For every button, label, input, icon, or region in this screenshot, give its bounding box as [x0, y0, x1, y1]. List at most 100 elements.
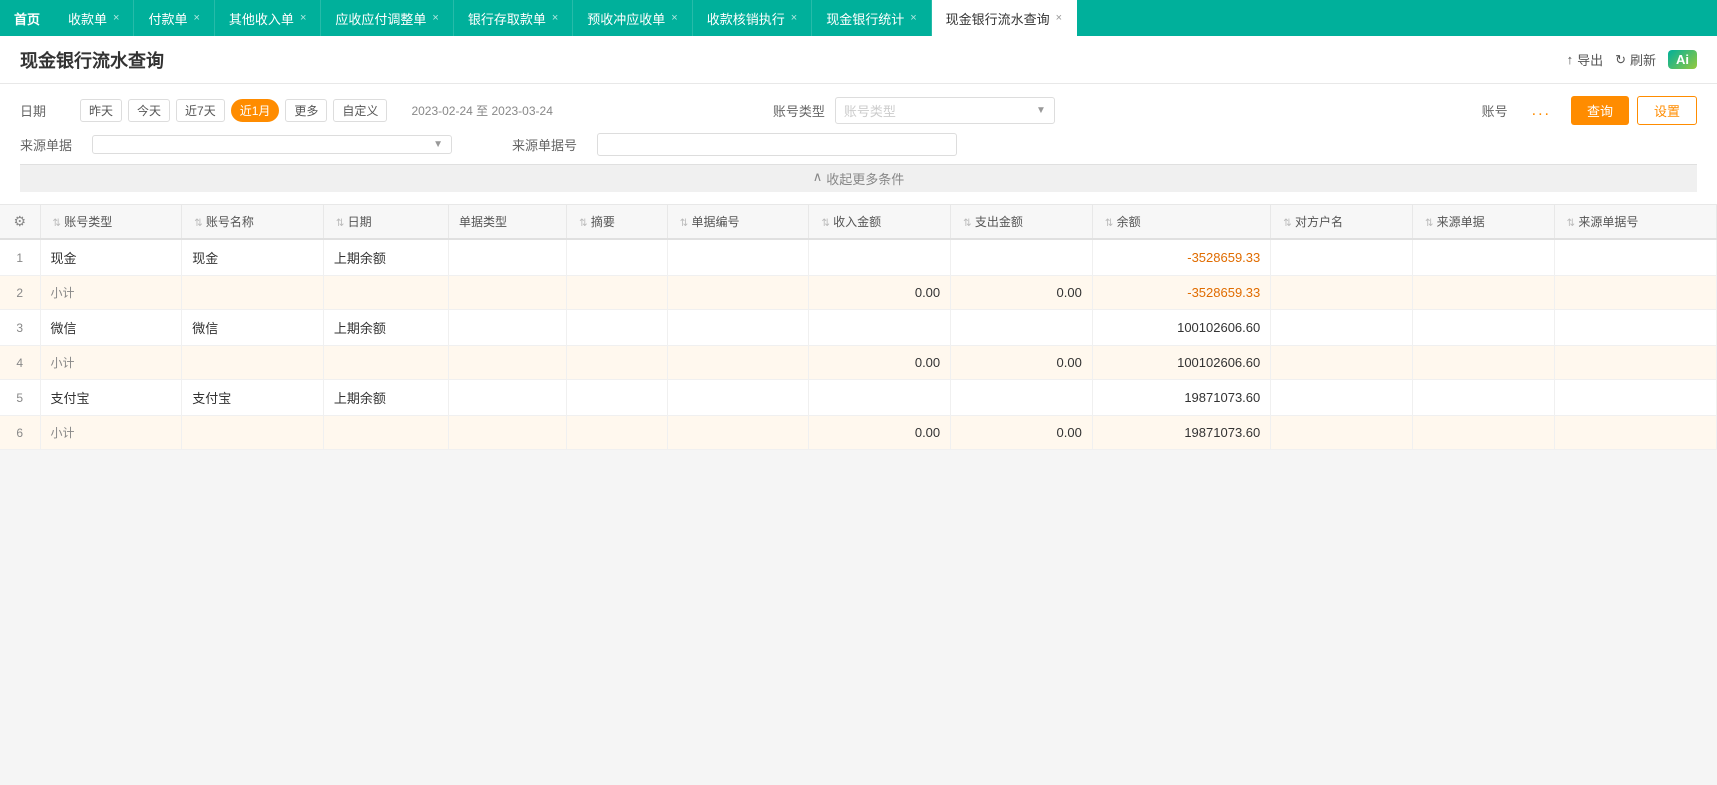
cell-date: [323, 276, 448, 310]
account-label: 账号: [1482, 101, 1522, 120]
cell-account-name: 微信: [182, 310, 324, 346]
refresh-button[interactable]: ↻ 刷新: [1615, 50, 1656, 69]
cell-source-doc: [1412, 416, 1554, 450]
col-settings[interactable]: ⚙: [0, 205, 40, 239]
date-btn-更多[interactable]: 更多: [285, 99, 327, 122]
cell-doc-type: [448, 276, 566, 310]
sort-icon[interactable]: ⇅: [579, 218, 587, 229]
account-type-arrow-icon: ▼: [1036, 105, 1046, 116]
date-btn-今天[interactable]: 今天: [128, 99, 170, 122]
cell-source-doc: [1412, 380, 1554, 416]
date-buttons: 昨天今天近7天近1月更多自定义: [80, 99, 387, 122]
table-row: 6小计0.000.0019871073.60: [0, 416, 1717, 450]
sort-icon[interactable]: ⇅: [1567, 218, 1575, 229]
cell-balance: 100102606.60: [1092, 310, 1270, 346]
nav-home[interactable]: 首页: [0, 0, 54, 36]
nav-tab-收款核销执行[interactable]: 收款核销执行 ×: [693, 0, 812, 36]
cell-source-doc-no: [1554, 276, 1716, 310]
date-btn-自定义[interactable]: 自定义: [333, 99, 387, 122]
cell-balance: -3528659.33: [1092, 276, 1270, 310]
tab-close-icon[interactable]: ×: [791, 12, 797, 24]
date-label: 日期: [20, 101, 60, 120]
nav-tab-应收应付调整单[interactable]: 应收应付调整单×: [321, 0, 453, 36]
account-type-label: 账号类型: [773, 101, 825, 120]
tab-close-icon[interactable]: ×: [193, 12, 199, 24]
table-container: ⚙ ⇅ 账号类型 ⇅ 账号名称 ⇅ 日期 单据类型 ⇅ 摘要 ⇅ 单据编号 ⇅ …: [0, 205, 1717, 450]
cell-counterpart: [1271, 276, 1413, 310]
tab-close-icon[interactable]: ×: [552, 12, 558, 24]
header-actions: ↑ 导出 ↻ 刷新 Ai: [1567, 50, 1697, 69]
cell-counterpart: [1271, 239, 1413, 276]
tab-close-icon[interactable]: ×: [300, 12, 306, 24]
col-account-name: ⇅ 账号名称: [182, 205, 324, 239]
cell-income: [809, 239, 951, 276]
sort-icon[interactable]: ⇅: [1425, 218, 1433, 229]
account-dots[interactable]: ...: [1532, 102, 1551, 120]
cell-doc-no: [667, 239, 809, 276]
cell-summary: [567, 239, 668, 276]
nav-tab-银行存取款单[interactable]: 银行存取款单×: [454, 0, 573, 36]
date-btn-近1月[interactable]: 近1月: [231, 99, 280, 122]
col-counterpart: ⇅ 对方户名: [1271, 205, 1413, 239]
cell-idx: 5: [0, 380, 40, 416]
nav-tab-现金银行统计[interactable]: 现金银行统计×: [812, 0, 931, 36]
sort-icon[interactable]: ⇅: [963, 218, 971, 229]
source-doc-select[interactable]: ▼: [92, 135, 452, 154]
account-type-select[interactable]: 账号类型 ▼: [835, 97, 1055, 124]
col-expense: ⇅ 支出金额: [951, 205, 1093, 239]
cell-date: 上期余额: [323, 380, 448, 416]
cell-idx: 3: [0, 310, 40, 346]
date-range-display: 2023-02-24 至 2023-03-24: [411, 102, 552, 119]
cell-balance: 19871073.60: [1092, 380, 1270, 416]
table-row: 2小计0.000.00-3528659.33: [0, 276, 1717, 310]
cell-doc-no: [667, 310, 809, 346]
gear-icon[interactable]: ⚙: [13, 213, 26, 229]
sort-icon[interactable]: ⇅: [336, 218, 344, 229]
col-source-doc-no: ⇅ 来源单据号: [1554, 205, 1716, 239]
query-button[interactable]: 查询: [1571, 96, 1629, 125]
settings-button[interactable]: 设置: [1637, 96, 1697, 125]
source-doc-num-input[interactable]: [597, 133, 957, 156]
cell-doc-no: [667, 416, 809, 450]
date-btn-昨天[interactable]: 昨天: [80, 99, 122, 122]
sort-icon[interactable]: ⇅: [1105, 218, 1113, 229]
cell-account-type: 微信: [40, 310, 182, 346]
source-doc-num-label: 来源单据号: [512, 135, 577, 154]
cell-counterpart: [1271, 310, 1413, 346]
cell-account-name: [182, 346, 324, 380]
cell-income: 0.00: [809, 416, 951, 450]
sort-icon[interactable]: ⇅: [821, 218, 829, 229]
sort-icon[interactable]: ⇅: [53, 218, 61, 229]
cell-income: [809, 310, 951, 346]
cell-source-doc: [1412, 346, 1554, 380]
export-button[interactable]: ↑ 导出: [1567, 50, 1604, 69]
sort-icon[interactable]: ⇅: [680, 218, 688, 229]
collapse-button[interactable]: ∧ 收起更多条件: [20, 164, 1697, 192]
cell-income: [809, 380, 951, 416]
cell-expense: [951, 310, 1093, 346]
cell-date: [323, 416, 448, 450]
tab-close-icon[interactable]: ×: [671, 12, 677, 24]
nav-tab-付款单[interactable]: 付款单×: [134, 0, 214, 36]
tab-close-icon[interactable]: ×: [1056, 12, 1062, 24]
export-label: 导出: [1577, 50, 1603, 69]
cell-date: 上期余额: [323, 310, 448, 346]
cell-date: 上期余额: [323, 239, 448, 276]
tab-close-icon[interactable]: ×: [113, 12, 119, 24]
sort-icon[interactable]: ⇅: [1283, 218, 1291, 229]
sort-icon[interactable]: ⇅: [194, 218, 202, 229]
nav-tab-收款单[interactable]: 收款单×: [54, 0, 134, 36]
tab-close-icon[interactable]: ×: [910, 12, 916, 24]
nav-tab-label: 收款核销执行: [707, 9, 785, 28]
nav-tab-现金银行流水查询[interactable]: 现金银行流水查询×: [932, 0, 1077, 36]
date-btn-近7天[interactable]: 近7天: [176, 99, 225, 122]
filter-actions: 查询 设置: [1571, 96, 1697, 125]
cell-account-name: 支付宝: [182, 380, 324, 416]
cell-summary: [567, 346, 668, 380]
nav-tab-预收冲应收单[interactable]: 预收冲应收单×: [573, 0, 692, 36]
tab-close-icon[interactable]: ×: [432, 12, 438, 24]
cell-expense: 0.00: [951, 416, 1093, 450]
ai-button[interactable]: Ai: [1668, 50, 1697, 69]
nav-tab-其他收入单[interactable]: 其他收入单×: [215, 0, 321, 36]
cell-account-name: [182, 416, 324, 450]
